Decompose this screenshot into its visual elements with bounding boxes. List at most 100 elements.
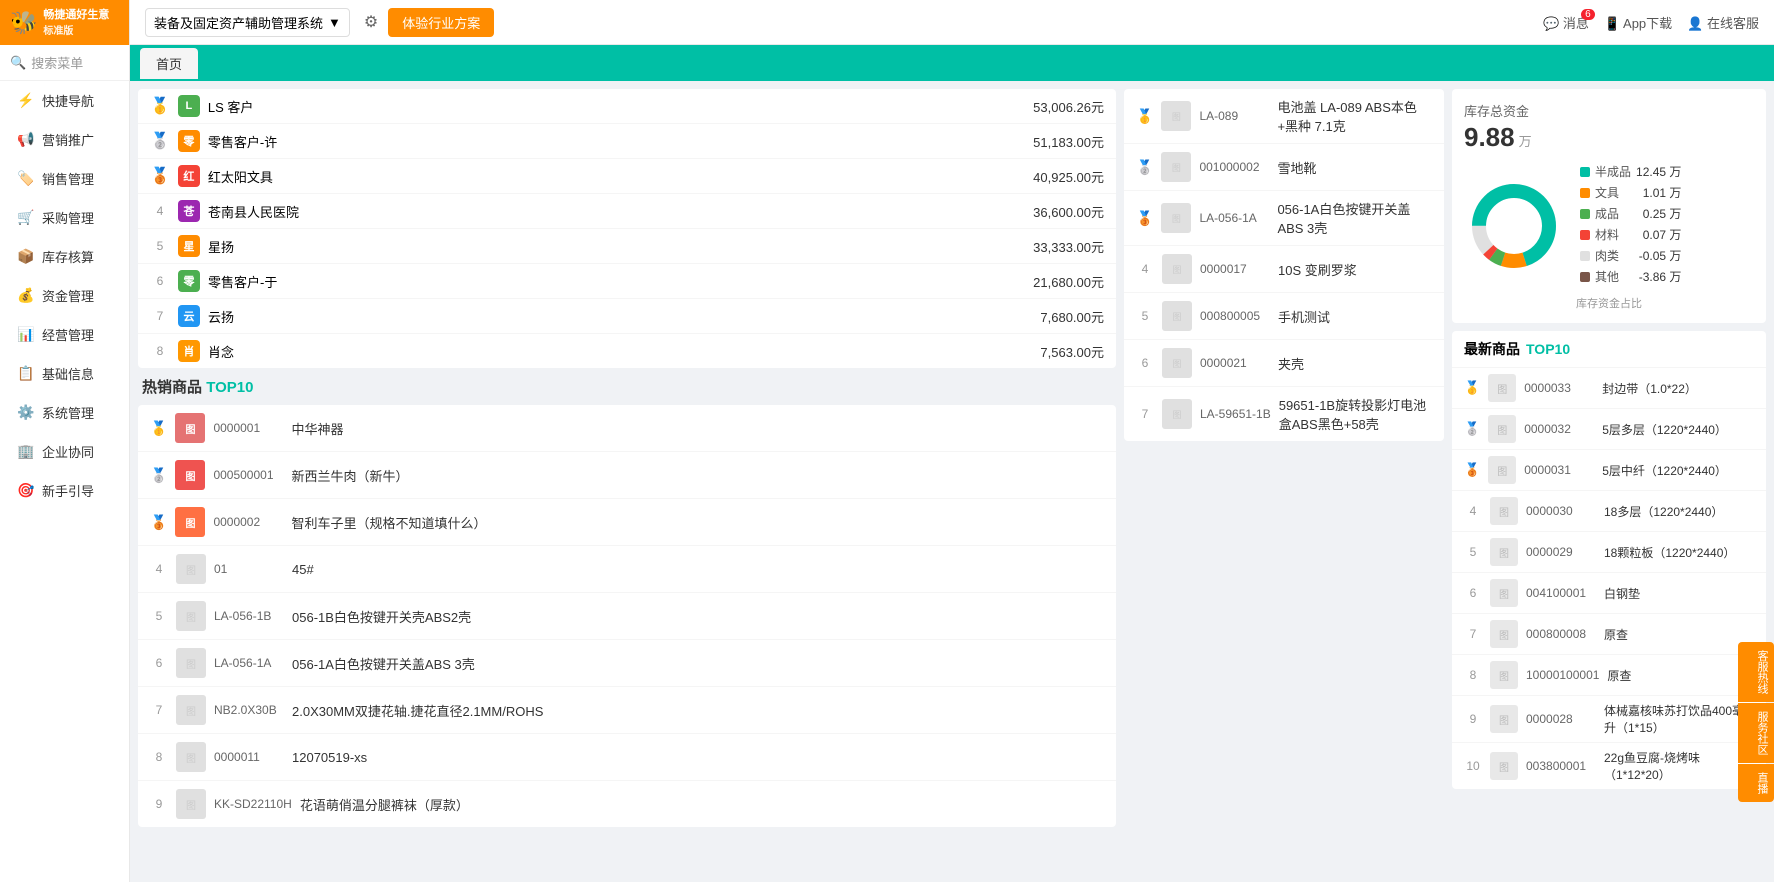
new-product-row[interactable]: 5 图 0000029 18颗粒板（1220*2440） [1452, 532, 1766, 573]
new-products-list: 🥇 图 0000033 封边带（1.0*22） 🥈 图 0000032 5层多层… [1452, 368, 1766, 789]
legend-dot [1580, 209, 1590, 219]
hot-product-row[interactable]: 4 图 01 45# [138, 546, 1116, 593]
new-product-row[interactable]: 6 图 004100001 白钢垫 [1452, 573, 1766, 614]
rank-medal: 🥇 [1136, 108, 1153, 125]
customer-ranking-list: 🥇 L LS 客户 53,006.26元 🥈 零 零售客户-许 51,183.0… [138, 89, 1116, 368]
sidebar-item-label: 库存核算 [42, 247, 94, 266]
left-panel: 🥇 L LS 客户 53,006.26元 🥈 零 零售客户-许 51,183.0… [130, 81, 1124, 882]
hot-sales-row[interactable]: 4 图 0000017 10S 变刷罗浆 [1124, 246, 1444, 293]
product-name: 056-1A白色按键开关盖ABS 3壳 [292, 654, 1104, 673]
floating-btn-community[interactable]: 服务社区 [1738, 703, 1774, 763]
new-product-name: 18多层（1220*2440） [1604, 503, 1754, 520]
product-image-placeholder: 图 [176, 742, 206, 772]
product-name: 智利车子里（规格不知道填什么） [291, 513, 1104, 532]
new-product-code: 000800008 [1526, 627, 1596, 641]
sidebar-item-finance[interactable]: 💰 资金管理 [0, 276, 129, 315]
app-download[interactable]: 📱 App下载 [1604, 13, 1672, 32]
hot-product-row[interactable]: 5 图 LA-056-1B 056-1B白色按键开关壳ABS2壳 [138, 593, 1116, 640]
customer-ranking-row[interactable]: 🥈 零 零售客户-许 51,183.00元 [138, 124, 1116, 159]
customer-ranking-row[interactable]: 4 苍 苍南县人民医院 36,600.00元 [138, 194, 1116, 229]
customer-ranking-row[interactable]: 7 云 云扬 7,680.00元 [138, 299, 1116, 334]
product-code: LA-59651-1B [1200, 407, 1271, 421]
product-rank-num: 8 [150, 750, 168, 764]
hot-product-row[interactable]: 🥇 图 0000001 中华神器 [138, 405, 1116, 452]
sidebar: 🐝 畅捷通好生意 标准版 🔍 搜索菜单 ⚡ 快捷导航 📢 营销推广 🏷️ 销售管… [0, 0, 130, 882]
new-products-top10: TOP10 [1526, 341, 1570, 357]
customer-ranking-row[interactable]: 🥇 L LS 客户 53,006.26元 [138, 89, 1116, 124]
rank-medal: 🥈 [150, 467, 167, 484]
sidebar-item-label: 快捷导航 [42, 91, 94, 110]
sidebar-item-inventory[interactable]: 📦 库存核算 [0, 237, 129, 276]
new-rank: 7 [1464, 627, 1482, 641]
sidebar-item-marketing[interactable]: 📢 营销推广 [0, 120, 129, 159]
product-name: 59651-1B旋转投影灯电池盒ABS黑色+58壳 [1279, 395, 1432, 433]
new-product-image: 图 [1490, 620, 1518, 648]
customer-amount: 7,680.00元 [1040, 307, 1104, 326]
customer-ranking-row[interactable]: 6 零 零售客户-于 21,680.00元 [138, 264, 1116, 299]
sidebar-item-system[interactable]: ⚙️ 系统管理 [0, 393, 129, 432]
inventory-total-value: 9.88 [1464, 122, 1515, 153]
new-product-row[interactable]: 🥇 图 0000033 封边带（1.0*22） [1452, 368, 1766, 409]
floating-btn-service[interactable]: 客服热线 [1738, 642, 1774, 702]
hot-sales-row[interactable]: 6 图 0000021 夹壳 [1124, 340, 1444, 387]
message-count: 6 [1581, 9, 1595, 20]
new-product-row[interactable]: 🥉 图 0000031 5层中纤（1220*2440） [1452, 450, 1766, 491]
hot-product-row[interactable]: 7 图 NB2.0X30B 2.0X30MM双捷花轴.捷花直径2.1MM/ROH… [138, 687, 1116, 734]
sidebar-item-purchase[interactable]: 🛒 采购管理 [0, 198, 129, 237]
hot-product-row[interactable]: 🥉 图 0000002 智利车子里（规格不知道填什么） [138, 499, 1116, 546]
product-rank-num: 5 [150, 609, 168, 623]
product-image-placeholder: 图 [176, 648, 206, 678]
system-selector[interactable]: 装备及固定资产辅助管理系统 ▼ [145, 8, 350, 37]
floating-btn-live[interactable]: 直播 [1738, 764, 1774, 802]
hot-product-row[interactable]: 8 图 0000011 12070519-xs [138, 734, 1116, 781]
nav-tabs: 首页 [130, 45, 1774, 81]
hot-sales-row[interactable]: 7 图 LA-59651-1B 59651-1B旋转投影灯电池盒ABS黑色+58… [1124, 387, 1444, 441]
message-badge-container[interactable]: 💬 消息 6 [1543, 13, 1589, 32]
new-product-row[interactable]: 🥈 图 0000032 5层多层（1220*2440） [1452, 409, 1766, 450]
customer-ranking-row[interactable]: 5 星 星扬 33,333.00元 [138, 229, 1116, 264]
rank-badge: L [178, 95, 200, 117]
hot-sales-row[interactable]: 5 图 000800005 手机测试 [1124, 293, 1444, 340]
customer-ranking-row[interactable]: 8 肖 肖念 7,563.00元 [138, 334, 1116, 368]
sidebar-item-operation[interactable]: 📊 经营管理 [0, 315, 129, 354]
new-product-row[interactable]: 9 图 0000028 体械嘉核味苏打饮品400毫升（1*15） [1452, 696, 1766, 743]
hot-sales-row[interactable]: 🥇 图 LA-089 电池盖 LA-089 ABS本色+黑种 7.1克 [1124, 89, 1444, 144]
new-product-row[interactable]: 8 图 10000100001 原查 [1452, 655, 1766, 696]
new-product-row[interactable]: 10 图 003800001 22g鱼豆腐-烧烤味（1*12*20） [1452, 743, 1766, 789]
new-product-name: 原查 [1607, 667, 1754, 684]
donut-chart-container: 半成品 12.45 万 文具 1.01 万 成品 0.25 万 [1464, 163, 1754, 289]
customer-ranking-row[interactable]: 🥉 红 红太阳文具 40,925.00元 [138, 159, 1116, 194]
sidebar-item-quicknav[interactable]: ⚡ 快捷导航 [0, 81, 129, 120]
product-image-placeholder: 图 [1161, 203, 1191, 233]
sidebar-search[interactable]: 🔍 搜索菜单 [0, 45, 129, 81]
new-product-row[interactable]: 7 图 000800008 原查 [1452, 614, 1766, 655]
sidebar-item-sales[interactable]: 🏷️ 销售管理 [0, 159, 129, 198]
product-name: 2.0X30MM双捷花轴.捷花直径2.1MM/ROHS [292, 701, 1104, 720]
hot-sales-card: 🥇 图 LA-089 电池盖 LA-089 ABS本色+黑种 7.1克 🥈 图 … [1124, 89, 1444, 441]
rank-medal: 🥉 [150, 166, 170, 186]
product-image: 图 [175, 413, 205, 443]
rank-num: 6 [150, 274, 170, 288]
settings-icon[interactable]: ⚙ [364, 12, 378, 32]
product-code: 0000011 [214, 750, 284, 764]
hot-sales-row[interactable]: 🥈 图 001000002 雪地靴 [1124, 144, 1444, 191]
marketing-icon: 📢 [18, 132, 34, 148]
online-service[interactable]: 👤 在线客服 [1687, 13, 1759, 32]
hot-product-row[interactable]: 9 图 KK-SD22110H 花语萌俏温分腿裤袜（厚款） [138, 781, 1116, 827]
app-name: 畅捷通好生意 [43, 8, 109, 22]
rank-badge: 零 [178, 130, 200, 152]
new-product-row[interactable]: 4 图 0000030 18多层（1220*2440） [1452, 491, 1766, 532]
customer-name: 红太阳文具 [208, 167, 1025, 186]
hot-sales-row[interactable]: 🥉 图 LA-056-1A 056-1A白色按键开关盖ABS 3壳 [1124, 191, 1444, 246]
hot-product-row[interactable]: 🥈 图 000500001 新西兰牛肉（新牛） [138, 452, 1116, 499]
sidebar-item-guide[interactable]: 🎯 新手引导 [0, 471, 129, 510]
product-name: 45# [292, 562, 1104, 577]
hot-product-row[interactable]: 6 图 LA-056-1A 056-1A白色按键开关盖ABS 3壳 [138, 640, 1116, 687]
sidebar-item-basic[interactable]: 📋 基础信息 [0, 354, 129, 393]
customer-name: 零售客户-许 [208, 132, 1025, 151]
trial-button[interactable]: 体验行业方案 [388, 8, 494, 37]
product-code: LA-056-1B [214, 609, 284, 623]
customer-amount: 40,925.00元 [1033, 167, 1104, 186]
sidebar-item-company[interactable]: 🏢 企业协同 [0, 432, 129, 471]
tab-home[interactable]: 首页 [140, 48, 198, 79]
